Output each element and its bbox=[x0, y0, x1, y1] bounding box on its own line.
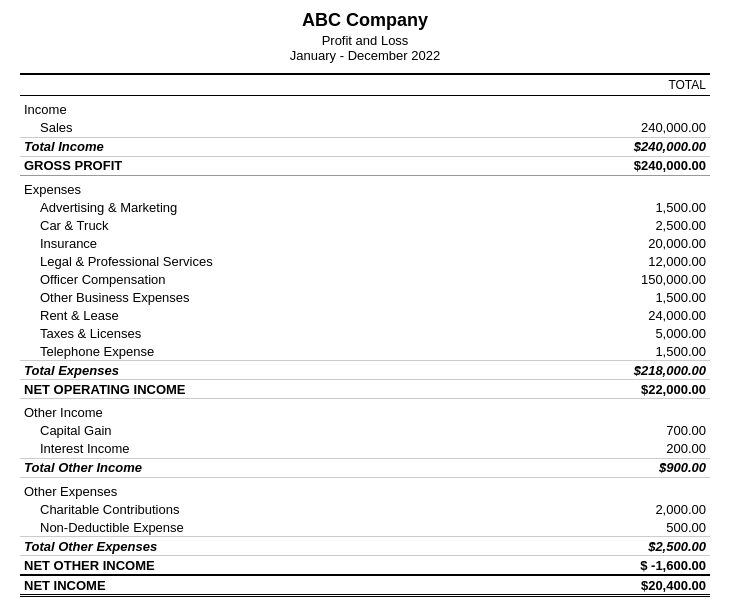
row-label-other-income-header: Other Income bbox=[20, 399, 607, 422]
row-value-telephone: 1,500.00 bbox=[607, 342, 711, 361]
row-value-other-expenses-header bbox=[607, 477, 711, 500]
row-label-net-income: NET INCOME bbox=[20, 575, 607, 596]
row-value-income-header bbox=[607, 96, 711, 119]
row-label-net-other-income: NET OTHER INCOME bbox=[20, 556, 607, 576]
row-label-rent-lease: Rent & Lease bbox=[20, 306, 607, 324]
col-header-label bbox=[20, 74, 607, 96]
report-header: ABC Company Profit and Loss January - De… bbox=[20, 10, 710, 63]
row-label-other-biz: Other Business Expenses bbox=[20, 288, 607, 306]
row-label-taxes-licenses: Taxes & Licenses bbox=[20, 324, 607, 342]
row-label-sales: Sales bbox=[20, 119, 607, 138]
row-value-other-income-header bbox=[607, 399, 711, 422]
row-value-officer-comp: 150,000.00 bbox=[607, 270, 711, 288]
row-label-total-income: Total Income bbox=[20, 137, 607, 156]
table-row-net-income: NET INCOME$20,400.00 bbox=[20, 575, 710, 596]
row-label-car-truck: Car & Truck bbox=[20, 216, 607, 234]
row-label-gross-profit: GROSS PROFIT bbox=[20, 156, 607, 175]
row-label-insurance: Insurance bbox=[20, 234, 607, 252]
row-value-net-income: $20,400.00 bbox=[607, 575, 711, 596]
table-row-net-operating: NET OPERATING INCOME$22,000.00 bbox=[20, 380, 710, 399]
report-period: January - December 2022 bbox=[20, 48, 710, 63]
row-value-advertising: 1,500.00 bbox=[607, 198, 711, 216]
row-value-total-other-income: $900.00 bbox=[607, 458, 711, 477]
row-label-charitable: Charitable Contributions bbox=[20, 500, 607, 518]
row-value-gross-profit: $240,000.00 bbox=[607, 156, 711, 175]
row-value-net-other-income: $ -1,600.00 bbox=[607, 556, 711, 576]
row-value-insurance: 20,000.00 bbox=[607, 234, 711, 252]
table-row-taxes-licenses: Taxes & Licenses5,000.00 bbox=[20, 324, 710, 342]
row-value-other-biz: 1,500.00 bbox=[607, 288, 711, 306]
row-value-rent-lease: 24,000.00 bbox=[607, 306, 711, 324]
row-value-sales: 240,000.00 bbox=[607, 119, 711, 138]
table-row-officer-comp: Officer Compensation150,000.00 bbox=[20, 270, 710, 288]
table-row-other-income-header: Other Income bbox=[20, 399, 710, 422]
table-row-expenses-header: Expenses bbox=[20, 175, 710, 198]
col-header-total: TOTAL bbox=[607, 74, 711, 96]
row-label-telephone: Telephone Expense bbox=[20, 342, 607, 361]
row-value-car-truck: 2,500.00 bbox=[607, 216, 711, 234]
table-row-total-expenses: Total Expenses$218,000.00 bbox=[20, 361, 710, 380]
row-label-net-operating: NET OPERATING INCOME bbox=[20, 380, 607, 399]
table-row-rent-lease: Rent & Lease24,000.00 bbox=[20, 306, 710, 324]
row-label-advertising: Advertising & Marketing bbox=[20, 198, 607, 216]
row-value-interest-income: 200.00 bbox=[607, 440, 711, 459]
table-row-other-expenses-header: Other Expenses bbox=[20, 477, 710, 500]
table-row-other-biz: Other Business Expenses1,500.00 bbox=[20, 288, 710, 306]
row-label-capital-gain: Capital Gain bbox=[20, 422, 607, 440]
table-row-sales: Sales240,000.00 bbox=[20, 119, 710, 138]
table-row-interest-income: Interest Income200.00 bbox=[20, 440, 710, 459]
row-label-officer-comp: Officer Compensation bbox=[20, 270, 607, 288]
row-value-total-other-expenses: $2,500.00 bbox=[607, 537, 711, 556]
row-value-charitable: 2,000.00 bbox=[607, 500, 711, 518]
row-label-interest-income: Interest Income bbox=[20, 440, 607, 459]
row-label-total-expenses: Total Expenses bbox=[20, 361, 607, 380]
table-row-insurance: Insurance20,000.00 bbox=[20, 234, 710, 252]
row-label-total-other-income: Total Other Income bbox=[20, 458, 607, 477]
row-label-expenses-header: Expenses bbox=[20, 175, 607, 198]
profit-loss-table: TOTAL IncomeSales240,000.00Total Income$… bbox=[20, 73, 710, 597]
table-row-advertising: Advertising & Marketing1,500.00 bbox=[20, 198, 710, 216]
table-row-total-income: Total Income$240,000.00 bbox=[20, 137, 710, 156]
table-row-legal: Legal & Professional Services12,000.00 bbox=[20, 252, 710, 270]
table-row-capital-gain: Capital Gain700.00 bbox=[20, 422, 710, 440]
table-row-total-other-income: Total Other Income$900.00 bbox=[20, 458, 710, 477]
row-value-non-deductible: 500.00 bbox=[607, 518, 711, 537]
table-row-telephone: Telephone Expense1,500.00 bbox=[20, 342, 710, 361]
row-label-other-expenses-header: Other Expenses bbox=[20, 477, 607, 500]
table-row-gross-profit: GROSS PROFIT$240,000.00 bbox=[20, 156, 710, 175]
row-value-expenses-header bbox=[607, 175, 711, 198]
row-value-taxes-licenses: 5,000.00 bbox=[607, 324, 711, 342]
table-row-total-other-expenses: Total Other Expenses$2,500.00 bbox=[20, 537, 710, 556]
report-subtitle: Profit and Loss bbox=[20, 33, 710, 48]
row-value-legal: 12,000.00 bbox=[607, 252, 711, 270]
row-label-non-deductible: Non-Deductible Expense bbox=[20, 518, 607, 537]
row-value-total-expenses: $218,000.00 bbox=[607, 361, 711, 380]
row-value-net-operating: $22,000.00 bbox=[607, 380, 711, 399]
row-label-legal: Legal & Professional Services bbox=[20, 252, 607, 270]
table-row-income-header: Income bbox=[20, 96, 710, 119]
row-value-capital-gain: 700.00 bbox=[607, 422, 711, 440]
table-row-charitable: Charitable Contributions2,000.00 bbox=[20, 500, 710, 518]
row-label-total-other-expenses: Total Other Expenses bbox=[20, 537, 607, 556]
company-name: ABC Company bbox=[20, 10, 710, 31]
row-label-income-header: Income bbox=[20, 96, 607, 119]
table-row-non-deductible: Non-Deductible Expense500.00 bbox=[20, 518, 710, 537]
table-row-net-other-income: NET OTHER INCOME$ -1,600.00 bbox=[20, 556, 710, 576]
table-row-car-truck: Car & Truck2,500.00 bbox=[20, 216, 710, 234]
report-table-wrap: TOTAL IncomeSales240,000.00Total Income$… bbox=[20, 73, 710, 597]
row-value-total-income: $240,000.00 bbox=[607, 137, 711, 156]
